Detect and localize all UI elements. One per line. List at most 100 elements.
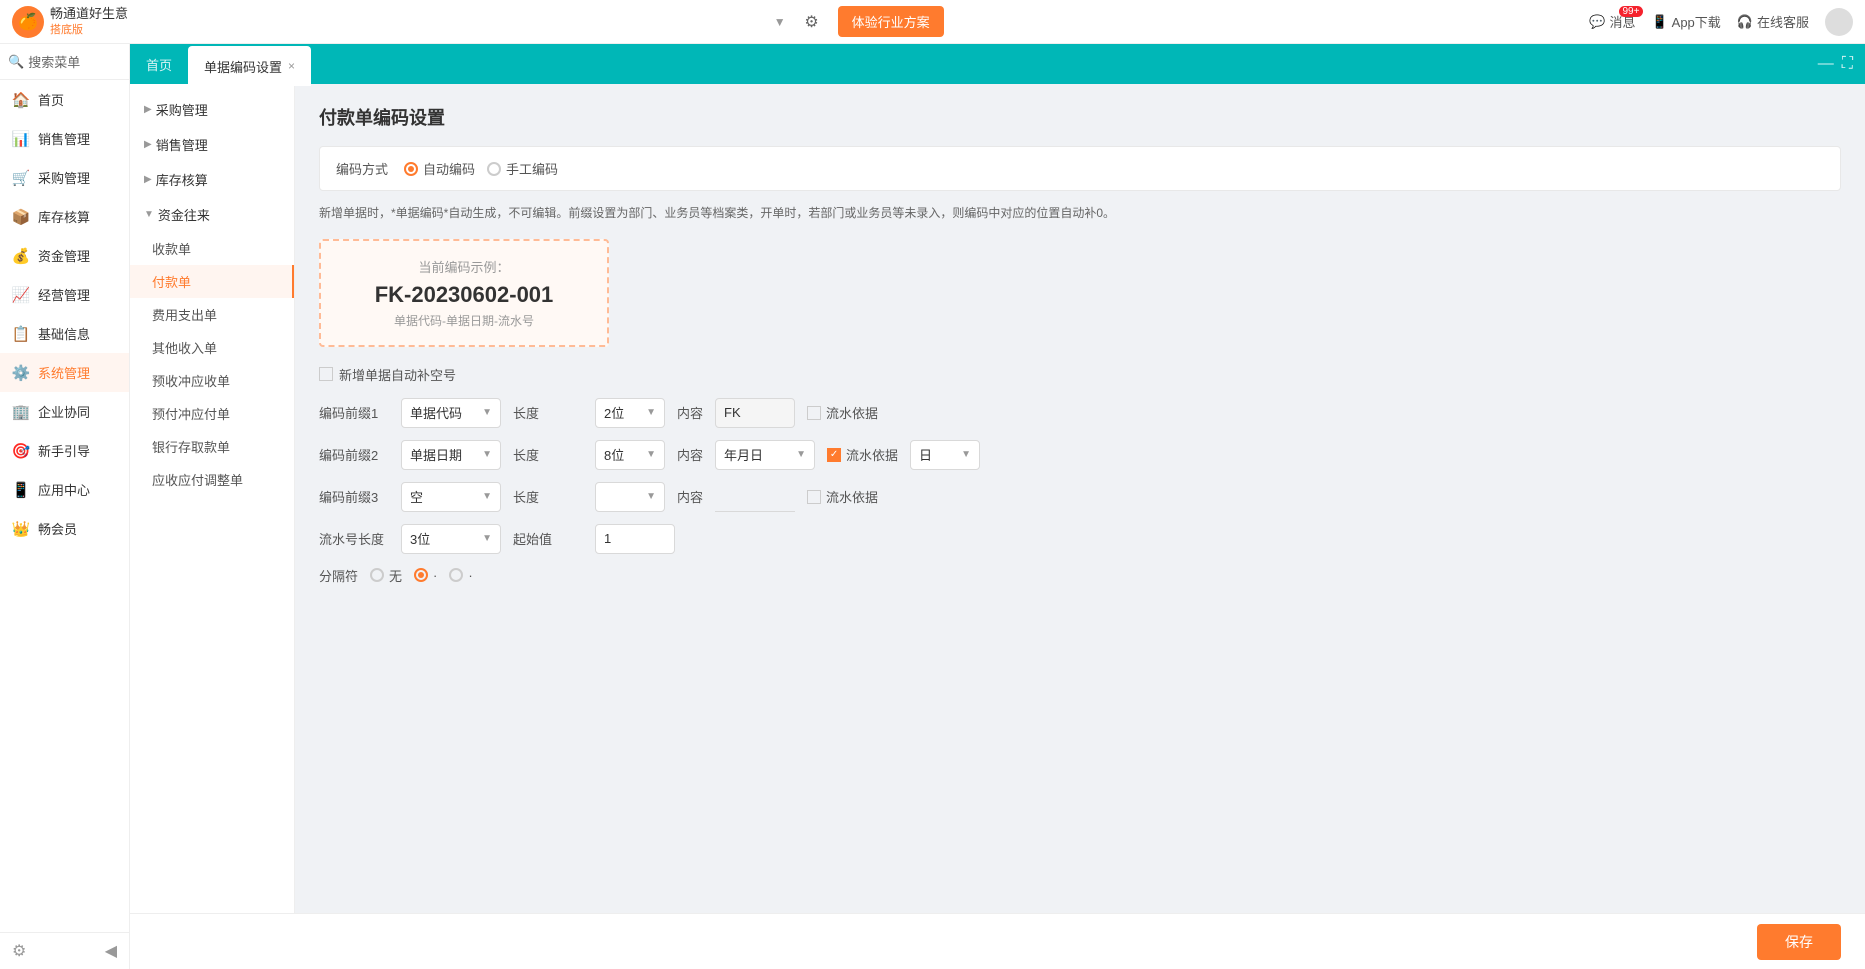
length1-arrow: ▼ bbox=[646, 407, 656, 418]
sidebar-item-home[interactable]: 🏠 首页 bbox=[0, 80, 129, 119]
serial-basis2-select[interactable]: 日 ▼ bbox=[910, 440, 980, 470]
user-avatar[interactable] bbox=[1825, 8, 1853, 36]
sidebar-item-system[interactable]: ⚙️ 系统管理 bbox=[0, 353, 129, 392]
sub-nav-group-purchase: ▶ 采购管理 bbox=[130, 92, 294, 127]
sub-nav-item-other-income[interactable]: 其他收入单 bbox=[130, 331, 294, 364]
auto-encode-option[interactable]: 自动编码 bbox=[404, 159, 475, 178]
bottom-bar: 保存 bbox=[130, 913, 1865, 969]
experience-button[interactable]: 体验行业方案 bbox=[838, 6, 944, 37]
prefix-row-3: 编码前缀3 空 ▼ 长度 ▼ 内容 流水依据 bbox=[319, 482, 1841, 512]
prefix2-select[interactable]: 单据日期 ▼ bbox=[401, 440, 501, 470]
length3-select[interactable]: ▼ bbox=[595, 482, 665, 512]
sub-nav-item-prepaid-payable[interactable]: 预付冲应付单 bbox=[130, 397, 294, 430]
sub-nav-group-finance-title[interactable]: ▼ 资金往来 bbox=[130, 197, 294, 232]
basic-icon: 📋 bbox=[12, 325, 30, 343]
serial-basis1-check: 流水依据 bbox=[807, 403, 878, 422]
prefix3-select[interactable]: 空 ▼ bbox=[401, 482, 501, 512]
prefix2-value: 单据日期 bbox=[410, 445, 462, 464]
search-label: 搜索菜单 bbox=[28, 52, 80, 71]
settings-icon[interactable]: ⚙ bbox=[798, 8, 826, 36]
auto-fill-checkbox[interactable] bbox=[319, 367, 333, 381]
tab-home[interactable]: 首页 bbox=[130, 44, 188, 84]
sub-nav-item-prepaid-receivable[interactable]: 预收冲应收单 bbox=[130, 364, 294, 397]
sidebar-item-inventory[interactable]: 📦 库存核算 bbox=[0, 197, 129, 236]
sub-nav-group-inventory-title[interactable]: ▶ 库存核算 bbox=[130, 162, 294, 197]
online-service-item[interactable]: 🎧 在线客服 bbox=[1737, 12, 1809, 31]
sidebar-item-sales[interactable]: 📊 销售管理 bbox=[0, 119, 129, 158]
encoding-method-row: 编码方式 自动编码 手工编码 bbox=[319, 146, 1841, 191]
separator-dot2-option[interactable]: · bbox=[449, 568, 472, 583]
sidebar-item-operations[interactable]: 📈 经营管理 bbox=[0, 275, 129, 314]
start-value-input[interactable]: 1 bbox=[595, 524, 675, 554]
separator-dot2-radio[interactable] bbox=[449, 568, 463, 582]
serial-basis1-checkbox[interactable] bbox=[807, 406, 821, 420]
content1-label: 内容 bbox=[677, 403, 703, 422]
arrow-icon: ▶ bbox=[144, 174, 152, 185]
company-dropdown[interactable]: ▼ bbox=[774, 15, 786, 29]
tab-encoding-settings[interactable]: 单据编码设置 × bbox=[188, 46, 311, 86]
manual-encode-option[interactable]: 手工编码 bbox=[487, 159, 558, 178]
serial-basis3-checkbox[interactable] bbox=[807, 490, 821, 504]
length2-select[interactable]: 8位 ▼ bbox=[595, 440, 665, 470]
messages-icon-item[interactable]: 💬 消息 99+ bbox=[1589, 12, 1635, 31]
length1-value: 2位 bbox=[604, 403, 624, 422]
tab-minimize-icon[interactable]: — bbox=[1818, 55, 1834, 73]
serial-length-select[interactable]: 3位 ▼ bbox=[401, 524, 501, 554]
logo-area: 🍊 畅通道好生意 搭底版 bbox=[12, 6, 128, 38]
sidebar-item-member[interactable]: 👑 畅会员 bbox=[0, 509, 129, 548]
length2-arrow: ▼ bbox=[646, 449, 656, 460]
sub-nav-item-receipt[interactable]: 收款单 bbox=[130, 232, 294, 265]
tab-expand-icon[interactable]: ⛶ bbox=[1842, 55, 1853, 73]
sidebar-search[interactable]: 🔍 搜索菜单 bbox=[0, 44, 129, 80]
top-bar-left: 🍊 畅通道好生意 搭底版 bbox=[12, 6, 128, 38]
sub-nav-item-adjustment[interactable]: 应收应付调整单 bbox=[130, 463, 294, 496]
sidebar-item-guide[interactable]: 🎯 新手引导 bbox=[0, 431, 129, 470]
app-download-item[interactable]: 📱 App下载 bbox=[1651, 12, 1720, 31]
service-icon: 🎧 bbox=[1737, 14, 1753, 30]
sales-group-label: 销售管理 bbox=[156, 135, 208, 154]
sub-nav-item-expense[interactable]: 费用支出单 bbox=[130, 298, 294, 331]
content2-select[interactable]: 年月日 ▼ bbox=[715, 440, 815, 470]
separator-dot-option[interactable]: · bbox=[414, 568, 437, 583]
arrow-icon: ▶ bbox=[144, 104, 152, 115]
search-icon: 🔍 bbox=[8, 54, 24, 70]
enterprise-icon: 🏢 bbox=[12, 403, 30, 421]
nav-inventory-label: 库存核算 bbox=[38, 207, 90, 226]
sidebar-item-purchase[interactable]: 🛒 采购管理 bbox=[0, 158, 129, 197]
content2-label: 内容 bbox=[677, 445, 703, 464]
online-service-label: 在线客服 bbox=[1757, 12, 1809, 31]
purchase-icon: 🛒 bbox=[12, 169, 30, 187]
auto-encode-radio[interactable] bbox=[404, 162, 418, 176]
sub-nav-group-purchase-title[interactable]: ▶ 采购管理 bbox=[130, 92, 294, 127]
sidebar-nav: 🏠 首页 📊 销售管理 🛒 采购管理 📦 库存核算 💰 资金管理 📈 经 bbox=[0, 80, 129, 932]
prefix-row-1: 编码前缀1 单据代码 ▼ 长度 2位 ▼ 内容 FK 流水依据 bbox=[319, 398, 1841, 428]
sidebar-item-enterprise[interactable]: 🏢 企业协同 bbox=[0, 392, 129, 431]
sub-nav-group-sales-title[interactable]: ▶ 销售管理 bbox=[130, 127, 294, 162]
tab-close-icon[interactable]: × bbox=[288, 59, 295, 73]
sidebar-collapse-icon[interactable]: ◀ bbox=[105, 941, 117, 961]
serial-length-arrow: ▼ bbox=[482, 533, 492, 544]
serial-basis2-label: 流水依据 bbox=[846, 445, 898, 464]
sidebar-item-basic[interactable]: 📋 基础信息 bbox=[0, 314, 129, 353]
prefix1-select[interactable]: 单据代码 ▼ bbox=[401, 398, 501, 428]
sidebar: 🔍 搜索菜单 🏠 首页 📊 销售管理 🛒 采购管理 📦 库存核算 💰 bbox=[0, 44, 130, 969]
length3-arrow: ▼ bbox=[646, 491, 656, 502]
separator-dot-radio[interactable] bbox=[414, 568, 428, 582]
sidebar-item-appstore[interactable]: 📱 应用中心 bbox=[0, 470, 129, 509]
nav-system-label: 系统管理 bbox=[38, 363, 90, 382]
separator-none-radio[interactable] bbox=[370, 568, 384, 582]
page-content: ▶ 采购管理 ▶ 销售管理 ▶ 库存核算 bbox=[130, 84, 1865, 913]
sidebar-settings-icon[interactable]: ⚙ bbox=[12, 941, 26, 961]
length1-select[interactable]: 2位 ▼ bbox=[595, 398, 665, 428]
sidebar-item-finance[interactable]: 💰 资金管理 bbox=[0, 236, 129, 275]
nav-guide-label: 新手引导 bbox=[38, 441, 90, 460]
prefix1-arrow: ▼ bbox=[482, 407, 492, 418]
manual-encode-radio[interactable] bbox=[487, 162, 501, 176]
separator-none-option[interactable]: 无 bbox=[370, 566, 402, 585]
serial-basis2-checkbox[interactable]: ✓ bbox=[827, 448, 841, 462]
sub-nav-item-payment[interactable]: 付款单 bbox=[130, 265, 294, 298]
separator-label: 分隔符 bbox=[319, 566, 358, 585]
sub-nav-item-bank[interactable]: 银行存取款单 bbox=[130, 430, 294, 463]
length3-label: 长度 bbox=[513, 487, 583, 506]
save-button[interactable]: 保存 bbox=[1757, 924, 1841, 960]
